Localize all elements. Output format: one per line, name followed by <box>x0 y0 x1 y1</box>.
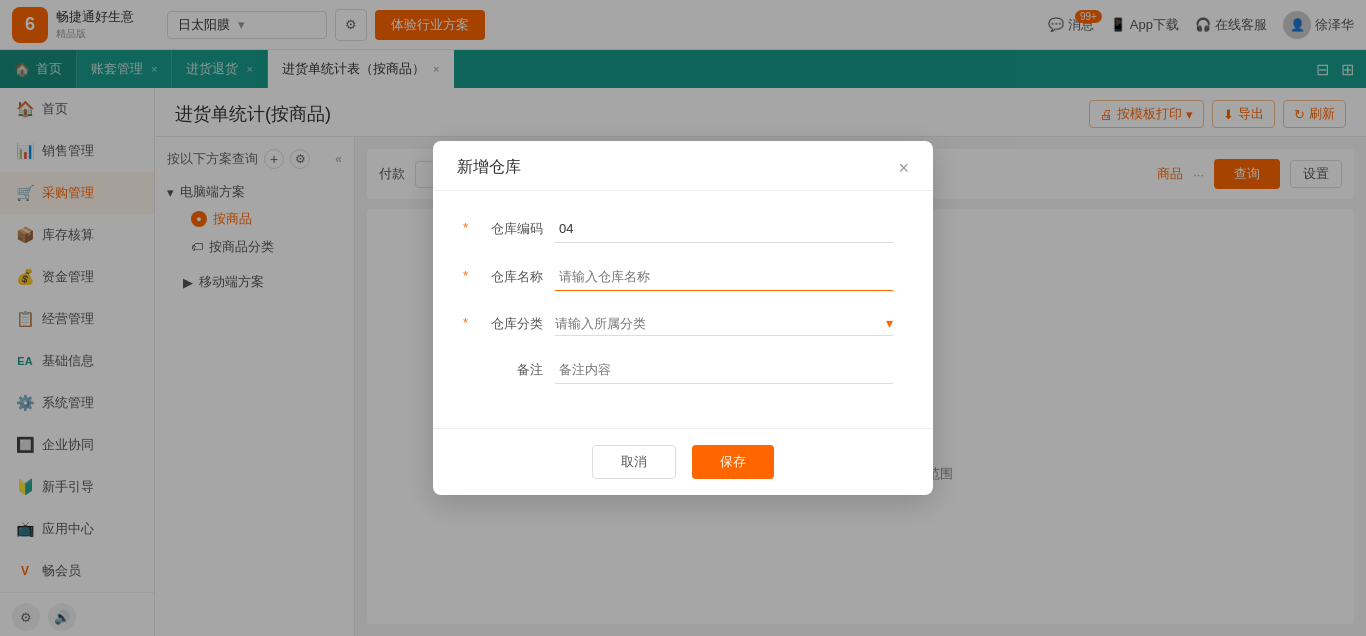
form-row-category: 仓库分类 ▾ <box>473 311 893 336</box>
cancel-button[interactable]: 取消 <box>592 445 676 479</box>
modal-close-button[interactable]: × <box>898 159 909 177</box>
save-button[interactable]: 保存 <box>692 445 774 479</box>
modal-footer: 取消 保存 <box>433 428 933 495</box>
category-chevron-icon: ▾ <box>886 315 893 331</box>
remark-input[interactable] <box>555 356 893 384</box>
modal-overlay: 新增仓库 × 仓库编码 仓库名称 仓库分类 ▾ <box>0 0 1366 636</box>
form-row-name: 仓库名称 <box>473 263 893 291</box>
new-warehouse-modal: 新增仓库 × 仓库编码 仓库名称 仓库分类 ▾ <box>433 141 933 495</box>
name-label: 仓库名称 <box>473 268 543 286</box>
modal-title: 新增仓库 <box>457 157 521 178</box>
category-select-row[interactable]: ▾ <box>555 311 893 336</box>
name-input[interactable] <box>555 263 893 291</box>
form-row-remark: 备注 <box>473 356 893 384</box>
modal-body: 仓库编码 仓库名称 仓库分类 ▾ 备注 <box>433 191 933 428</box>
category-input[interactable] <box>555 316 886 331</box>
code-label: 仓库编码 <box>473 220 543 238</box>
category-label: 仓库分类 <box>473 315 543 333</box>
code-input[interactable] <box>555 215 893 243</box>
form-row-code: 仓库编码 <box>473 215 893 243</box>
modal-header: 新增仓库 × <box>433 141 933 191</box>
remark-label: 备注 <box>473 361 543 379</box>
